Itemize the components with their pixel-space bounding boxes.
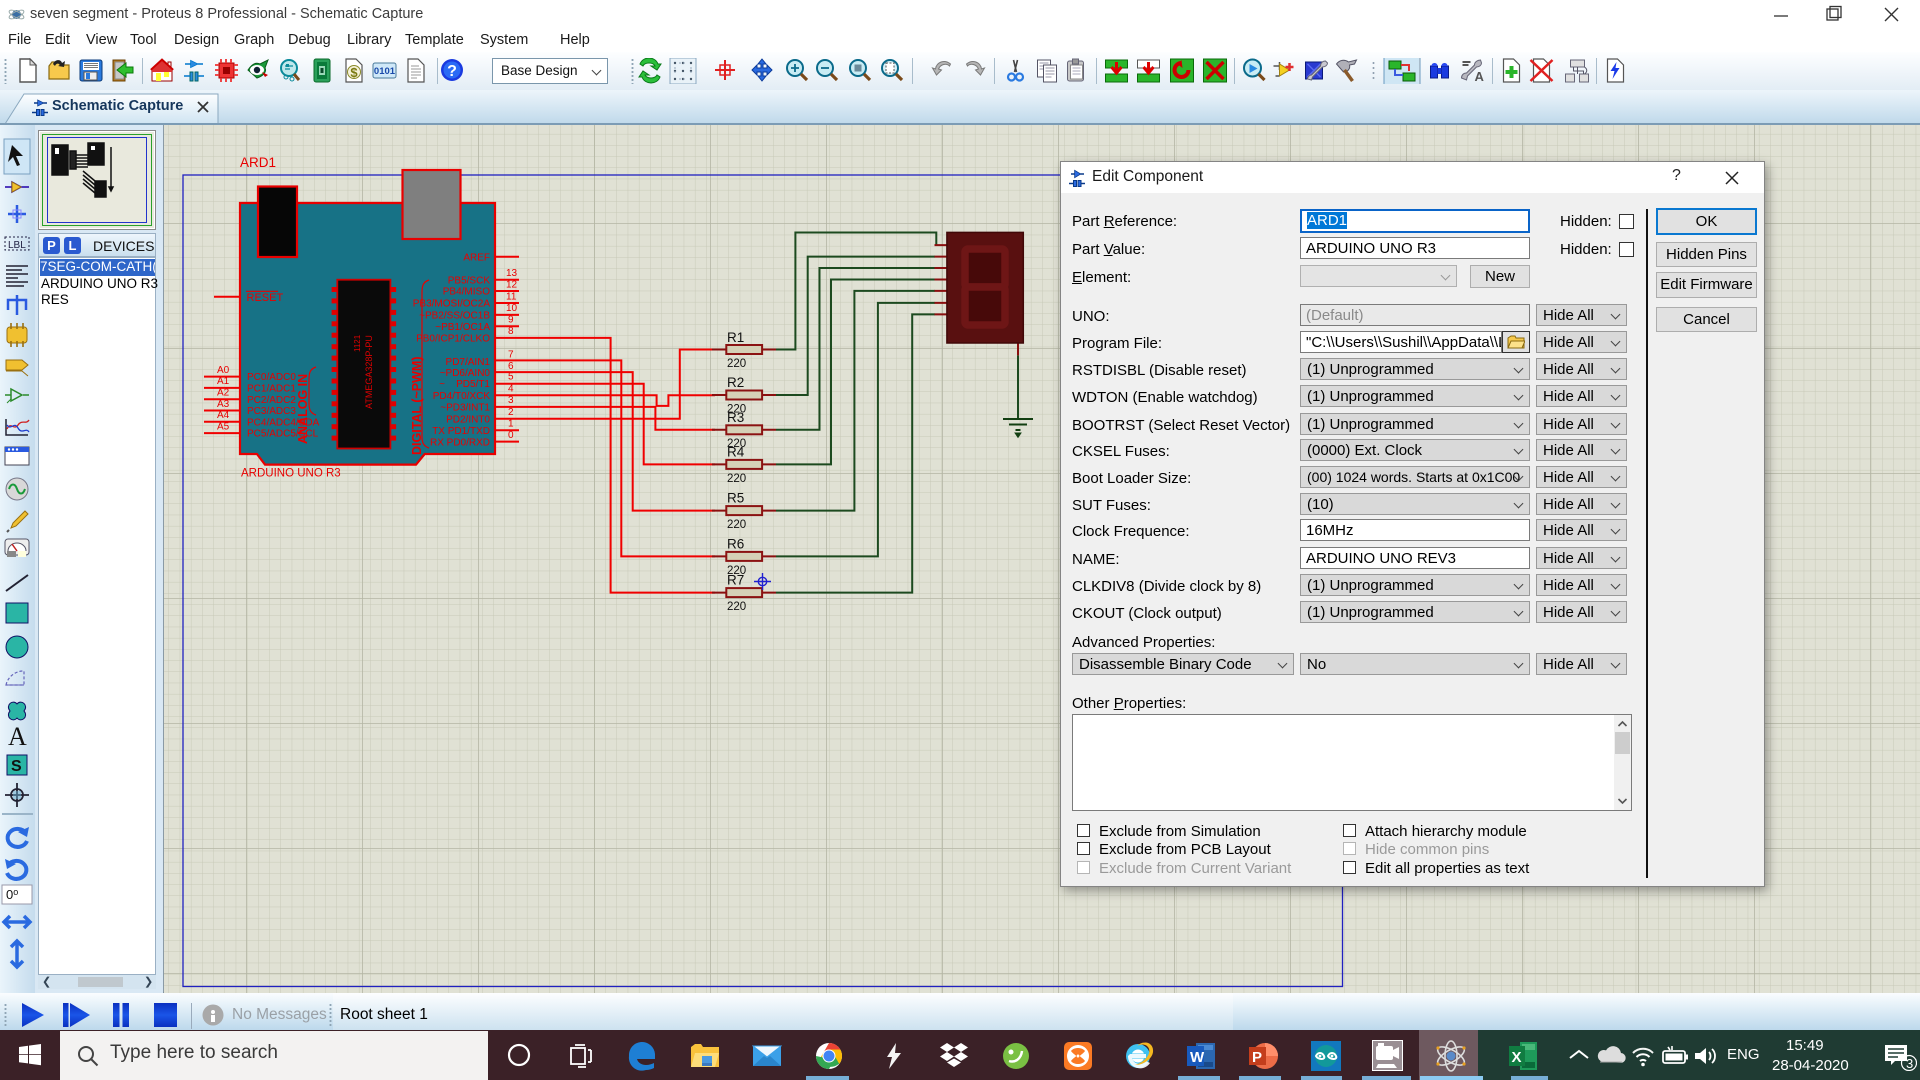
svg-text:3: 3 bbox=[1906, 1056, 1913, 1071]
svg-text:ATMEGA328P-PU: ATMEGA328P-PU bbox=[364, 335, 374, 409]
svg-text:R2: R2 bbox=[727, 375, 744, 390]
svg-text:10: 10 bbox=[506, 303, 518, 314]
svg-text:220: 220 bbox=[727, 473, 746, 485]
svg-text:PD4/T0/XCK: PD4/T0/XCK bbox=[433, 391, 491, 402]
svg-text:P: P bbox=[1252, 1049, 1262, 1066]
svg-text:S: S bbox=[11, 758, 22, 775]
svg-text:~PB1/OC1A: ~PB1/OC1A bbox=[435, 322, 490, 333]
svg-text:A3: A3 bbox=[217, 399, 230, 410]
svg-text:R6: R6 bbox=[727, 537, 744, 552]
svg-text:11: 11 bbox=[506, 291, 517, 302]
svg-text:220: 220 bbox=[727, 601, 746, 613]
svg-text:PB4/MISO: PB4/MISO bbox=[443, 287, 490, 298]
svg-text:220: 220 bbox=[727, 519, 746, 531]
svg-text:RX PD0/RXD: RX PD0/RXD bbox=[430, 437, 490, 448]
svg-text:2: 2 bbox=[508, 407, 514, 418]
svg-text:A: A bbox=[1475, 69, 1485, 84]
svg-text:$: $ bbox=[350, 65, 358, 80]
svg-text:PC1/ADC1: PC1/ADC1 bbox=[247, 384, 296, 395]
svg-text:PC0/ADC0: PC0/ADC0 bbox=[247, 372, 296, 383]
svg-text:ARDUINO UNO R3: ARDUINO UNO R3 bbox=[241, 468, 341, 480]
svg-text:A2: A2 bbox=[217, 388, 230, 399]
svg-text:8: 8 bbox=[508, 326, 514, 337]
svg-text:PC3/ADC3: PC3/ADC3 bbox=[247, 406, 296, 417]
svg-text:0101: 0101 bbox=[374, 66, 396, 77]
svg-text:1121: 1121 bbox=[353, 334, 362, 352]
svg-text:9: 9 bbox=[508, 315, 514, 326]
svg-text:R5: R5 bbox=[727, 491, 744, 506]
svg-text:A0: A0 bbox=[217, 365, 230, 376]
svg-text:PB5/SCK: PB5/SCK bbox=[448, 275, 491, 286]
svg-text:~PD3/INT1: ~PD3/INT1 bbox=[440, 402, 490, 413]
svg-text:PB3/MOSI/OC2A: PB3/MOSI/OC2A bbox=[413, 299, 491, 310]
svg-text:R1: R1 bbox=[727, 330, 744, 345]
svg-text:13: 13 bbox=[506, 268, 518, 279]
svg-text:ANALOG IN: ANALOG IN bbox=[296, 374, 310, 444]
svg-text:LBL: LBL bbox=[8, 240, 26, 251]
svg-text:PD2/INT0: PD2/INT0 bbox=[446, 414, 490, 425]
svg-text:~ PD5/T1: ~ PD5/T1 bbox=[439, 379, 490, 390]
svg-text:ARD1: ARD1 bbox=[240, 155, 276, 170]
svg-text:7: 7 bbox=[508, 350, 514, 361]
svg-text:3: 3 bbox=[508, 395, 514, 406]
svg-text:TX PD1/TXD: TX PD1/TXD bbox=[432, 426, 490, 437]
svg-text:PC2/ADC2: PC2/ADC2 bbox=[247, 395, 296, 406]
svg-text:W: W bbox=[1190, 1049, 1205, 1066]
svg-text:A1: A1 bbox=[217, 376, 230, 387]
svg-text:1: 1 bbox=[508, 419, 514, 430]
svg-text:4: 4 bbox=[508, 384, 514, 395]
svg-text:6: 6 bbox=[508, 361, 514, 372]
svg-text:A: A bbox=[8, 722, 27, 751]
svg-text:PB0/ICP1/CLKO: PB0/ICP1/CLKO bbox=[416, 334, 490, 345]
svg-text:220: 220 bbox=[727, 438, 746, 450]
svg-text:RESET: RESET bbox=[247, 292, 284, 304]
svg-text:0: 0 bbox=[508, 430, 514, 441]
svg-text:220: 220 bbox=[727, 565, 746, 577]
svg-text:PD7/AIN1: PD7/AIN1 bbox=[446, 357, 491, 368]
svg-text:?: ? bbox=[447, 63, 457, 80]
svg-text:5: 5 bbox=[508, 372, 514, 383]
svg-text:220: 220 bbox=[727, 404, 746, 416]
svg-text:A5: A5 bbox=[217, 421, 230, 432]
svg-text:X: X bbox=[1512, 1049, 1522, 1066]
svg-text:12: 12 bbox=[506, 279, 518, 290]
svg-text:220: 220 bbox=[727, 358, 746, 370]
svg-text:~PB2/SS/OC1B: ~PB2/SS/OC1B bbox=[419, 311, 490, 322]
svg-text:A4: A4 bbox=[217, 410, 230, 421]
svg-text:~PD6/AIN0: ~PD6/AIN0 bbox=[440, 368, 491, 379]
svg-text:AREF: AREF bbox=[463, 252, 490, 263]
